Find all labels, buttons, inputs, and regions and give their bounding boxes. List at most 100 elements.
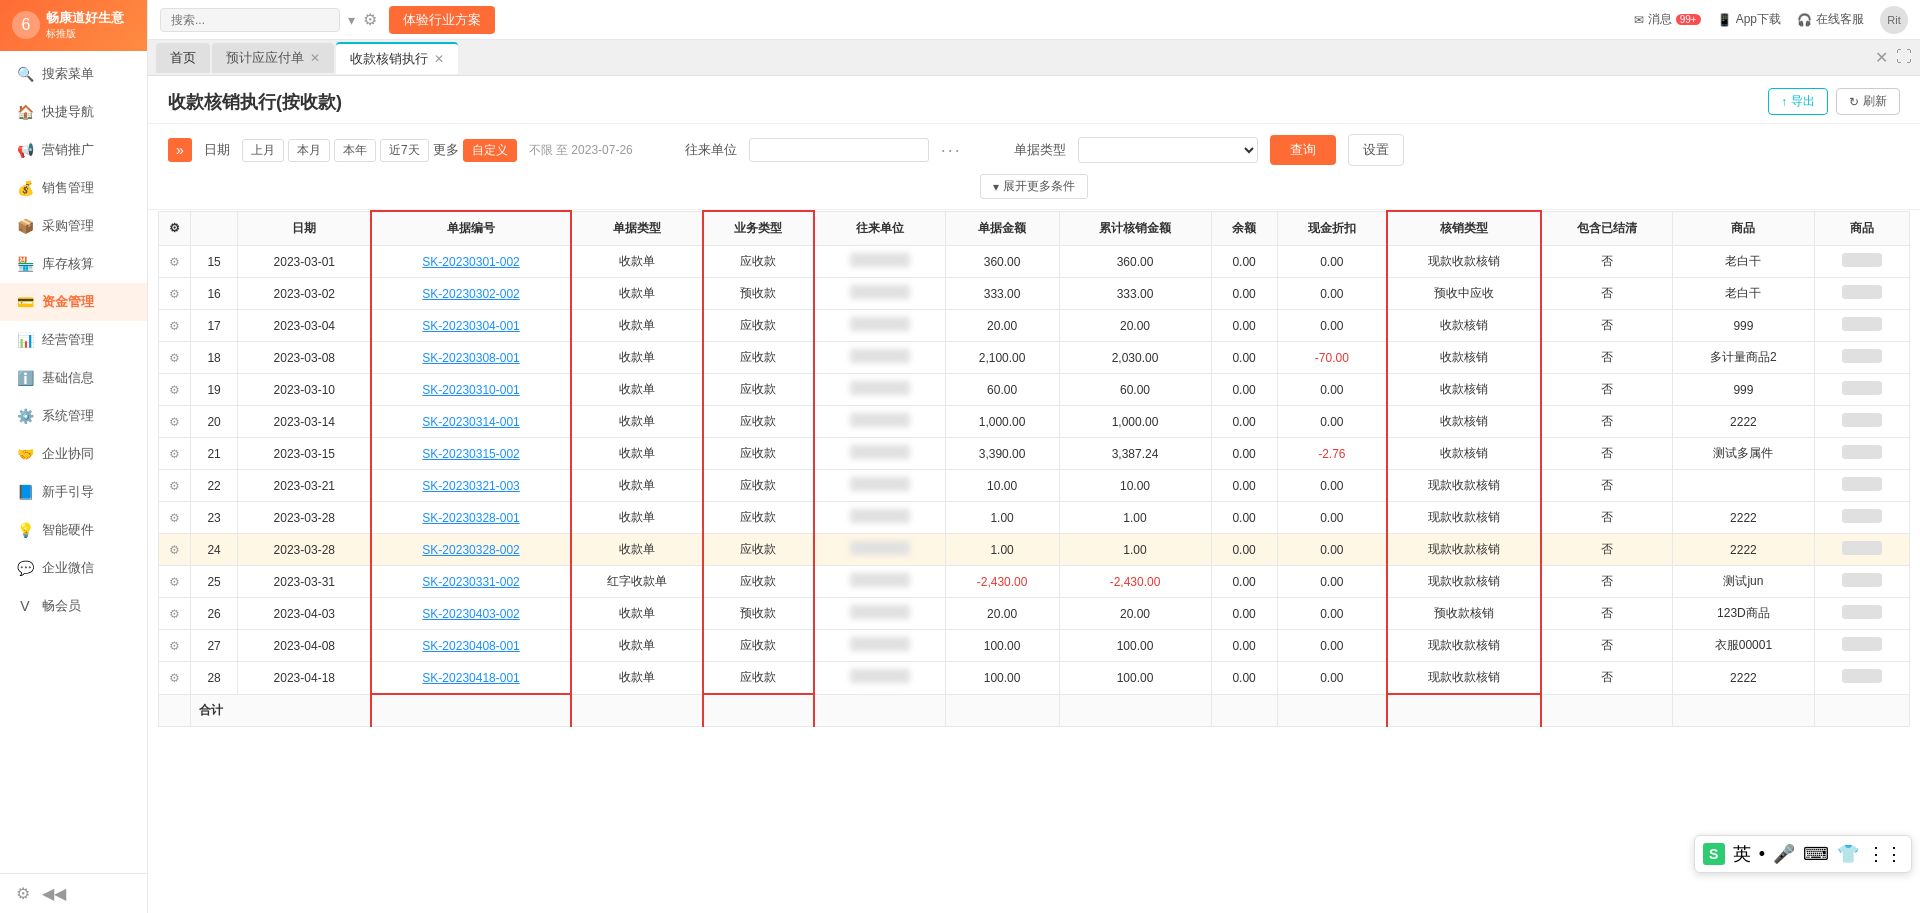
sidebar-item-inventory[interactable]: 🏪 库存核算 bbox=[0, 245, 147, 283]
last7-btn[interactable]: 近7天 bbox=[380, 139, 429, 162]
td-gear[interactable]: ⚙ bbox=[159, 438, 191, 470]
sidebar-item-enterprise[interactable]: 🤝 企业协同 bbox=[0, 435, 147, 473]
online-service-item[interactable]: 🎧 在线客服 bbox=[1797, 11, 1864, 28]
bill-no-link[interactable]: SK-20230418-001 bbox=[422, 671, 519, 685]
topbar-search-input[interactable] bbox=[160, 8, 340, 32]
bill-type-select[interactable] bbox=[1078, 137, 1258, 163]
bill-no-link[interactable]: SK-20230304-001 bbox=[422, 319, 519, 333]
tab-prepay[interactable]: 预计应应付单 ✕ bbox=[212, 43, 334, 73]
this-month-btn[interactable]: 本月 bbox=[288, 139, 330, 162]
dot-icon[interactable]: • bbox=[1759, 844, 1765, 865]
sidebar-item-guide[interactable]: 📘 新手引导 bbox=[0, 473, 147, 511]
sidebar-item-finance[interactable]: 💳 资金管理 bbox=[0, 283, 147, 321]
td-gear[interactable]: ⚙ bbox=[159, 630, 191, 662]
tab-prepay-close-icon[interactable]: ✕ bbox=[310, 51, 320, 65]
message-item[interactable]: ✉ 消息 99+ bbox=[1634, 11, 1701, 28]
grid-icon[interactable]: ⋮⋮ bbox=[1867, 843, 1903, 865]
bill-no-link[interactable]: SK-20230331-002 bbox=[422, 575, 519, 589]
bill-no-link[interactable]: SK-20230301-002 bbox=[422, 255, 519, 269]
td-gear[interactable]: ⚙ bbox=[159, 406, 191, 438]
bill-no-link[interactable]: SK-20230308-001 bbox=[422, 351, 519, 365]
td-bill-no: SK-20230331-002 bbox=[371, 566, 570, 598]
td-bill-amount: 100.00 bbox=[945, 630, 1059, 662]
td-gear[interactable]: ⚙ bbox=[159, 534, 191, 566]
solution-button[interactable]: 体验行业方案 bbox=[389, 6, 495, 34]
td-include-settled: 否 bbox=[1541, 630, 1672, 662]
tab-collection-close-icon[interactable]: ✕ bbox=[434, 52, 444, 66]
settings-icon[interactable]: ⚙ bbox=[16, 884, 30, 903]
app-download-item[interactable]: 📱 App下载 bbox=[1717, 11, 1781, 28]
td-cash-discount: 0.00 bbox=[1277, 310, 1387, 342]
custom-btn[interactable]: 自定义 bbox=[463, 139, 517, 162]
english-icon[interactable]: 英 bbox=[1733, 842, 1751, 866]
td-bill-no: SK-20230310-001 bbox=[371, 374, 570, 406]
td-gear[interactable]: ⚙ bbox=[159, 598, 191, 630]
td-gear[interactable]: ⚙ bbox=[159, 662, 191, 695]
td-goods2 bbox=[1815, 630, 1910, 662]
query-button[interactable]: 查询 bbox=[1270, 135, 1336, 165]
topbar-dropdown-icon[interactable]: ▾ bbox=[348, 12, 355, 28]
expand-more-button[interactable]: ▾ 展开更多条件 bbox=[980, 174, 1088, 199]
td-gear[interactable]: ⚙ bbox=[159, 374, 191, 406]
td-no: 22 bbox=[191, 470, 238, 502]
bill-no-link[interactable]: SK-20230302-002 bbox=[422, 287, 519, 301]
bill-no-link[interactable]: SK-20230408-001 bbox=[422, 639, 519, 653]
td-partner bbox=[814, 406, 945, 438]
td-gear[interactable]: ⚙ bbox=[159, 502, 191, 534]
sidebar-item-search[interactable]: 🔍 搜索菜单 bbox=[0, 55, 147, 93]
tab-collection[interactable]: 收款核销执行 ✕ bbox=[336, 42, 458, 74]
maximize-icon[interactable]: ⛶ bbox=[1896, 48, 1912, 67]
close-all-icon[interactable]: ✕ bbox=[1875, 48, 1888, 67]
td-bill-type: 收款单 bbox=[571, 502, 703, 534]
mic-icon[interactable]: 🎤 bbox=[1773, 843, 1795, 865]
tab-home[interactable]: 首页 bbox=[156, 43, 210, 73]
refresh-button[interactable]: ↻ 刷新 bbox=[1836, 88, 1900, 115]
partner-input[interactable] bbox=[749, 138, 929, 162]
sidebar-item-quick-nav[interactable]: 🏠 快捷导航 bbox=[0, 93, 147, 131]
sidebar-item-purchase[interactable]: 📦 采购管理 bbox=[0, 207, 147, 245]
table-row: ⚙ 28 2023-04-18 SK-20230418-001 收款单 应收款 … bbox=[159, 662, 1910, 695]
bill-no-link[interactable]: SK-20230310-001 bbox=[422, 383, 519, 397]
data-table: ⚙ 日期 单据编号 单据类型 业务类型 往来单位 单据金额 累计核销金额 余额 … bbox=[158, 210, 1910, 727]
bill-no-link[interactable]: SK-20230328-002 bbox=[422, 543, 519, 557]
bill-no-link[interactable]: SK-20230328-001 bbox=[422, 511, 519, 525]
this-year-btn[interactable]: 本年 bbox=[334, 139, 376, 162]
collapse-icon[interactable]: ◀◀ bbox=[42, 884, 66, 903]
td-gear[interactable]: ⚙ bbox=[159, 246, 191, 278]
sidebar-item-basic[interactable]: ℹ️ 基础信息 bbox=[0, 359, 147, 397]
dots-icon[interactable]: ··· bbox=[941, 140, 962, 161]
th-bill-no: 单据编号 bbox=[371, 211, 570, 246]
export-button[interactable]: ↑ 导出 bbox=[1768, 88, 1828, 115]
td-gear[interactable]: ⚙ bbox=[159, 342, 191, 374]
th-gear[interactable]: ⚙ bbox=[159, 211, 191, 246]
sidebar-item-sales[interactable]: 💰 销售管理 bbox=[0, 169, 147, 207]
td-total-cancel: 1.00 bbox=[1059, 502, 1211, 534]
td-bill-amount: 333.00 bbox=[945, 278, 1059, 310]
td-goods: 多计量商品2 bbox=[1672, 342, 1814, 374]
td-gear[interactable]: ⚙ bbox=[159, 310, 191, 342]
settings-button[interactable]: 设置 bbox=[1348, 134, 1404, 166]
sidebar-item-member[interactable]: V 畅会员 bbox=[0, 587, 147, 625]
sidebar-item-operation[interactable]: 📊 经营管理 bbox=[0, 321, 147, 359]
topbar-gear-icon[interactable]: ⚙ bbox=[363, 10, 377, 29]
td-gear[interactable]: ⚙ bbox=[159, 278, 191, 310]
sidebar-item-marketing[interactable]: 📢 营销推广 bbox=[0, 131, 147, 169]
sidebar-item-wechat[interactable]: 💬 企业微信 bbox=[0, 549, 147, 587]
last-month-btn[interactable]: 上月 bbox=[242, 139, 284, 162]
shirt-icon[interactable]: 👕 bbox=[1837, 843, 1859, 865]
td-gear[interactable]: ⚙ bbox=[159, 470, 191, 502]
filter-expand-button[interactable]: » bbox=[168, 138, 192, 162]
sidebar-item-hardware[interactable]: 💡 智能硬件 bbox=[0, 511, 147, 549]
keyboard-icon[interactable]: ⌨ bbox=[1803, 843, 1829, 865]
td-balance: 0.00 bbox=[1211, 470, 1277, 502]
td-date: 2023-03-08 bbox=[238, 342, 372, 374]
user-avatar[interactable]: Rit bbox=[1880, 6, 1908, 34]
sidebar-item-system[interactable]: ⚙️ 系统管理 bbox=[0, 397, 147, 435]
bill-no-link[interactable]: SK-20230315-002 bbox=[422, 447, 519, 461]
bill-no-link[interactable]: SK-20230321-003 bbox=[422, 479, 519, 493]
td-gear[interactable]: ⚙ bbox=[159, 566, 191, 598]
bill-no-link[interactable]: SK-20230403-002 bbox=[422, 607, 519, 621]
s-logo-icon[interactable]: S bbox=[1703, 843, 1725, 865]
th-cash-discount: 现金折扣 bbox=[1277, 211, 1387, 246]
bill-no-link[interactable]: SK-20230314-001 bbox=[422, 415, 519, 429]
